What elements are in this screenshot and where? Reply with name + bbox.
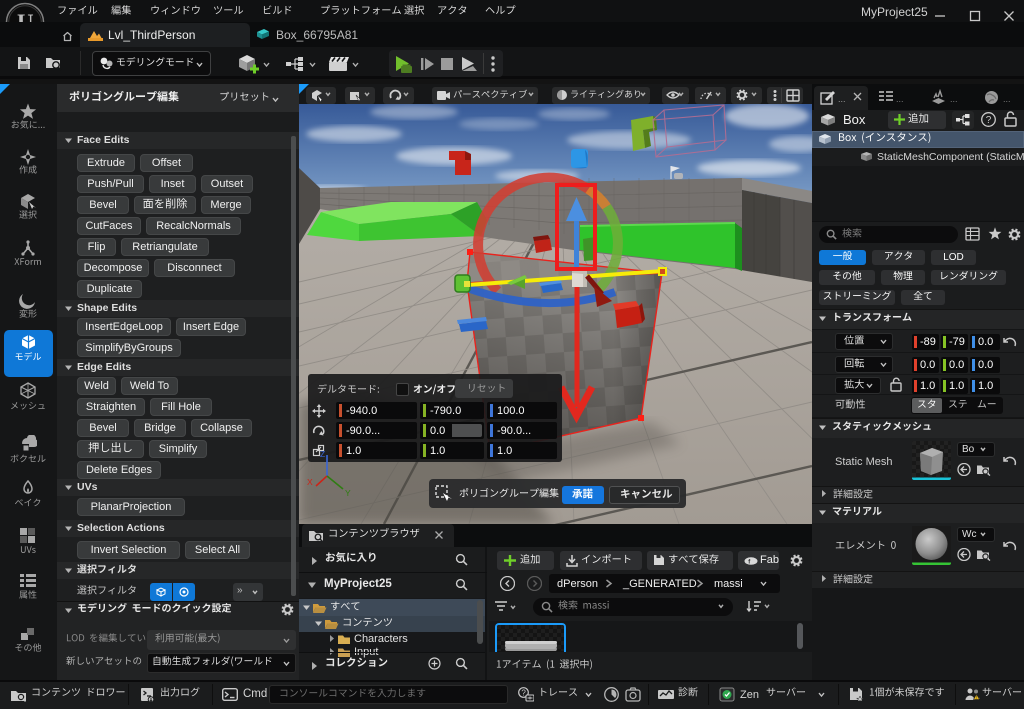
- svg-text:X: X: [307, 477, 313, 487]
- svg-text:Y: Y: [345, 488, 351, 498]
- svg-text:Z: Z: [320, 449, 325, 459]
- svg-text:?: ?: [986, 115, 992, 126]
- svg-text:!: !: [976, 695, 977, 701]
